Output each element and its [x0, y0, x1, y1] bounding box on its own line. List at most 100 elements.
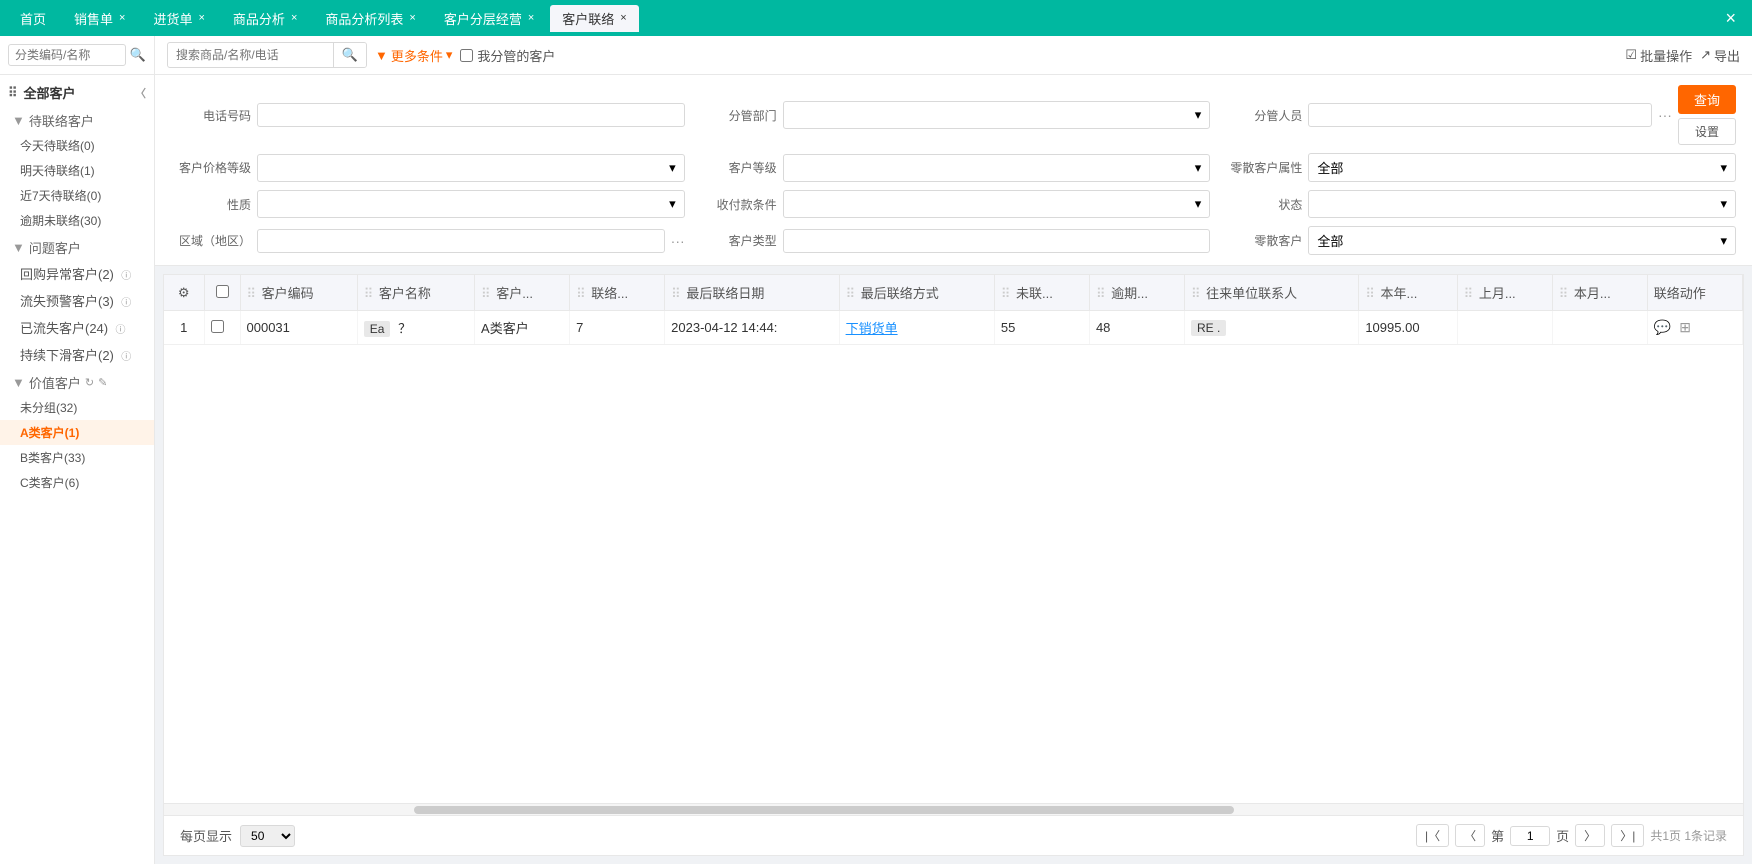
th-not-contacted: ⠿ 未联... — [994, 275, 1089, 311]
gear-icon[interactable]: ⚙ — [178, 285, 190, 300]
page-size-select[interactable]: 50 100 200 — [240, 825, 295, 847]
dept-label: 分管部门 — [697, 107, 777, 124]
refresh-icon[interactable]: ↻ — [85, 376, 94, 389]
sidebar-search-input[interactable] — [8, 44, 126, 66]
resizer-icon: ⠿ — [1464, 286, 1474, 301]
sidebar-item-b-class[interactable]: B类客户(33) — [0, 445, 154, 470]
nav-tab-purchase[interactable]: 进货单 × — [141, 5, 216, 32]
manager-label: 分管人员 — [1222, 107, 1302, 124]
region-input[interactable] — [257, 229, 665, 253]
nav-tab-sales[interactable]: 销售单 × — [62, 5, 137, 32]
customer-grade-select[interactable]: ▾ — [783, 154, 1211, 182]
phone-input[interactable] — [257, 103, 685, 127]
close-icon[interactable]: × — [291, 12, 297, 24]
nav-tab-customer-contact[interactable]: 客户联络 × — [550, 5, 638, 32]
table-wrap[interactable]: ⚙ ⠿ 客户编码 ⠿ 客户名称 — [164, 275, 1743, 803]
page-number-input[interactable] — [1510, 826, 1550, 846]
page-label: 第 — [1491, 826, 1504, 845]
close-icon[interactable]: × — [620, 12, 626, 24]
more-icon[interactable]: ··· — [671, 233, 685, 249]
sidebar-group-value[interactable]: ▼ 价值客户 ↻ ✎ — [0, 368, 154, 395]
chat-icon[interactable]: 💬 — [1654, 319, 1671, 336]
more-icon[interactable]: ··· — [1658, 107, 1672, 123]
scrollbar-thumb[interactable] — [414, 806, 1234, 814]
last-contact-link[interactable]: 下销货单 — [846, 321, 898, 336]
close-icon[interactable]: × — [198, 12, 204, 24]
sidebar-search-wrap: 🔍 — [0, 36, 154, 75]
query-btn[interactable]: 查询 — [1678, 85, 1736, 114]
nav-tab-customer-segment[interactable]: 客户分层经营 × — [432, 5, 546, 32]
chevron-down-icon: ▾ — [446, 47, 453, 63]
sidebar-item-overdue[interactable]: 逾期未联络(30) — [0, 208, 154, 233]
search-icon[interactable]: 🔍 — [130, 47, 146, 63]
td-num: 1 — [164, 311, 204, 345]
td-checkbox[interactable] — [204, 311, 240, 345]
th-settings[interactable]: ⚙ — [164, 275, 204, 311]
th-overdue: ⠿ 逾期... — [1089, 275, 1184, 311]
resizer-icon: ⠿ — [1559, 286, 1569, 301]
horizontal-scrollbar[interactable] — [164, 803, 1743, 815]
td-this-month — [1552, 311, 1647, 345]
td-actions: 💬 ⊞ — [1647, 311, 1742, 345]
edit-icon[interactable]: ✎ — [98, 376, 107, 389]
close-icon[interactable]: × — [409, 12, 415, 24]
resizer-icon: ⠿ — [1096, 286, 1106, 301]
search-input[interactable] — [168, 44, 333, 66]
my-customers-check[interactable] — [460, 49, 473, 62]
select-all-checkbox[interactable] — [216, 285, 229, 298]
payment-select[interactable]: ▾ — [783, 190, 1211, 218]
sidebar-item-a-class[interactable]: A类客户(1) — [0, 420, 154, 445]
search-button[interactable]: 🔍 — [333, 43, 366, 67]
resizer-icon: ⠿ — [671, 286, 681, 301]
close-icon[interactable]: × — [119, 12, 125, 24]
sidebar-item-c-class[interactable]: C类客户(6) — [0, 470, 154, 495]
status-select[interactable]: ▾ — [1308, 190, 1736, 218]
check-square-icon: ☑ — [1625, 47, 1637, 63]
last-page-btn[interactable]: 〉| — [1611, 824, 1644, 847]
sidebar-item-repurchase-abnormal[interactable]: 回购异常客户(2) ⓘ — [0, 260, 154, 287]
chevron-down-icon: ▾ — [1720, 233, 1727, 249]
pagination: 每页显示 50 100 200 |〈 〈 第 页 〉 〉| 共1页 1条记录 — [164, 815, 1743, 855]
td-name[interactable]: Ea ？ — [357, 311, 474, 345]
table-row: 1 000031 Ea ？ A类客户 7 2023-04-12 14: — [164, 311, 1743, 345]
dept-select[interactable]: ▾ — [783, 101, 1211, 129]
td-last-contact-way[interactable]: 下销货单 — [839, 311, 994, 345]
retail-select[interactable]: 全部 ▾ — [1308, 226, 1736, 255]
manager-input[interactable] — [1308, 103, 1652, 127]
all-customers-header[interactable]: ⠿ 全部客户 〈 — [0, 75, 154, 106]
retail-label: 零散客户 — [1222, 232, 1302, 249]
nav-tab-goods-analysis-list[interactable]: 商品分析列表 × — [313, 5, 427, 32]
qrcode-icon[interactable]: ⊞ — [1679, 319, 1691, 336]
row-checkbox[interactable] — [211, 320, 224, 333]
filter-actions: 查询 设置 — [1678, 85, 1736, 145]
payment-label: 收付款条件 — [697, 196, 777, 213]
first-page-btn[interactable]: |〈 — [1416, 824, 1449, 847]
sidebar-item-churned[interactable]: 已流失客户(24) ⓘ — [0, 314, 154, 341]
customer-type-input[interactable] — [783, 229, 1211, 253]
sidebar-item-ungrouped[interactable]: 未分组(32) — [0, 395, 154, 420]
next-page-btn[interactable]: 〉 — [1575, 824, 1605, 847]
th-checkbox[interactable] — [204, 275, 240, 311]
sidebar-item-today[interactable]: 今天待联络(0) — [0, 133, 154, 158]
collapse-icon[interactable]: 〈 — [135, 85, 146, 101]
prev-page-btn[interactable]: 〈 — [1455, 824, 1485, 847]
close-all-tabs[interactable]: × — [1717, 8, 1744, 29]
nav-home[interactable]: 首页 — [8, 5, 58, 32]
export-btn[interactable]: ↗ 导出 — [1700, 46, 1740, 65]
nature-select[interactable]: ▾ — [257, 190, 685, 218]
retail-attr-select[interactable]: 全部 ▾ — [1308, 153, 1736, 182]
my-customers-checkbox[interactable]: 我分管的客户 — [460, 46, 555, 65]
sidebar-group-problem[interactable]: ▼ 问题客户 — [0, 233, 154, 260]
sidebar-item-tomorrow[interactable]: 明天待联络(1) — [0, 158, 154, 183]
nav-tab-goods-analysis[interactable]: 商品分析 × — [221, 5, 309, 32]
sidebar-item-churn-warning[interactable]: 流失预警客户(3) ⓘ — [0, 287, 154, 314]
filter-manager: 分管人员 ··· 查询 设置 — [1222, 85, 1736, 145]
batch-op-btn[interactable]: ☑ 批量操作 — [1625, 46, 1692, 65]
sidebar-item-declining[interactable]: 持续下滑客户(2) ⓘ — [0, 341, 154, 368]
sidebar-item-7days[interactable]: 近7天待联络(0) — [0, 183, 154, 208]
sidebar-group-pending[interactable]: ▼ 待联络客户 — [0, 106, 154, 133]
more-conditions-btn[interactable]: ▼ 更多条件 ▾ — [375, 46, 452, 65]
price-grade-select[interactable]: ▾ — [257, 154, 685, 182]
close-icon[interactable]: × — [528, 12, 534, 24]
settings-btn[interactable]: 设置 — [1678, 118, 1736, 145]
